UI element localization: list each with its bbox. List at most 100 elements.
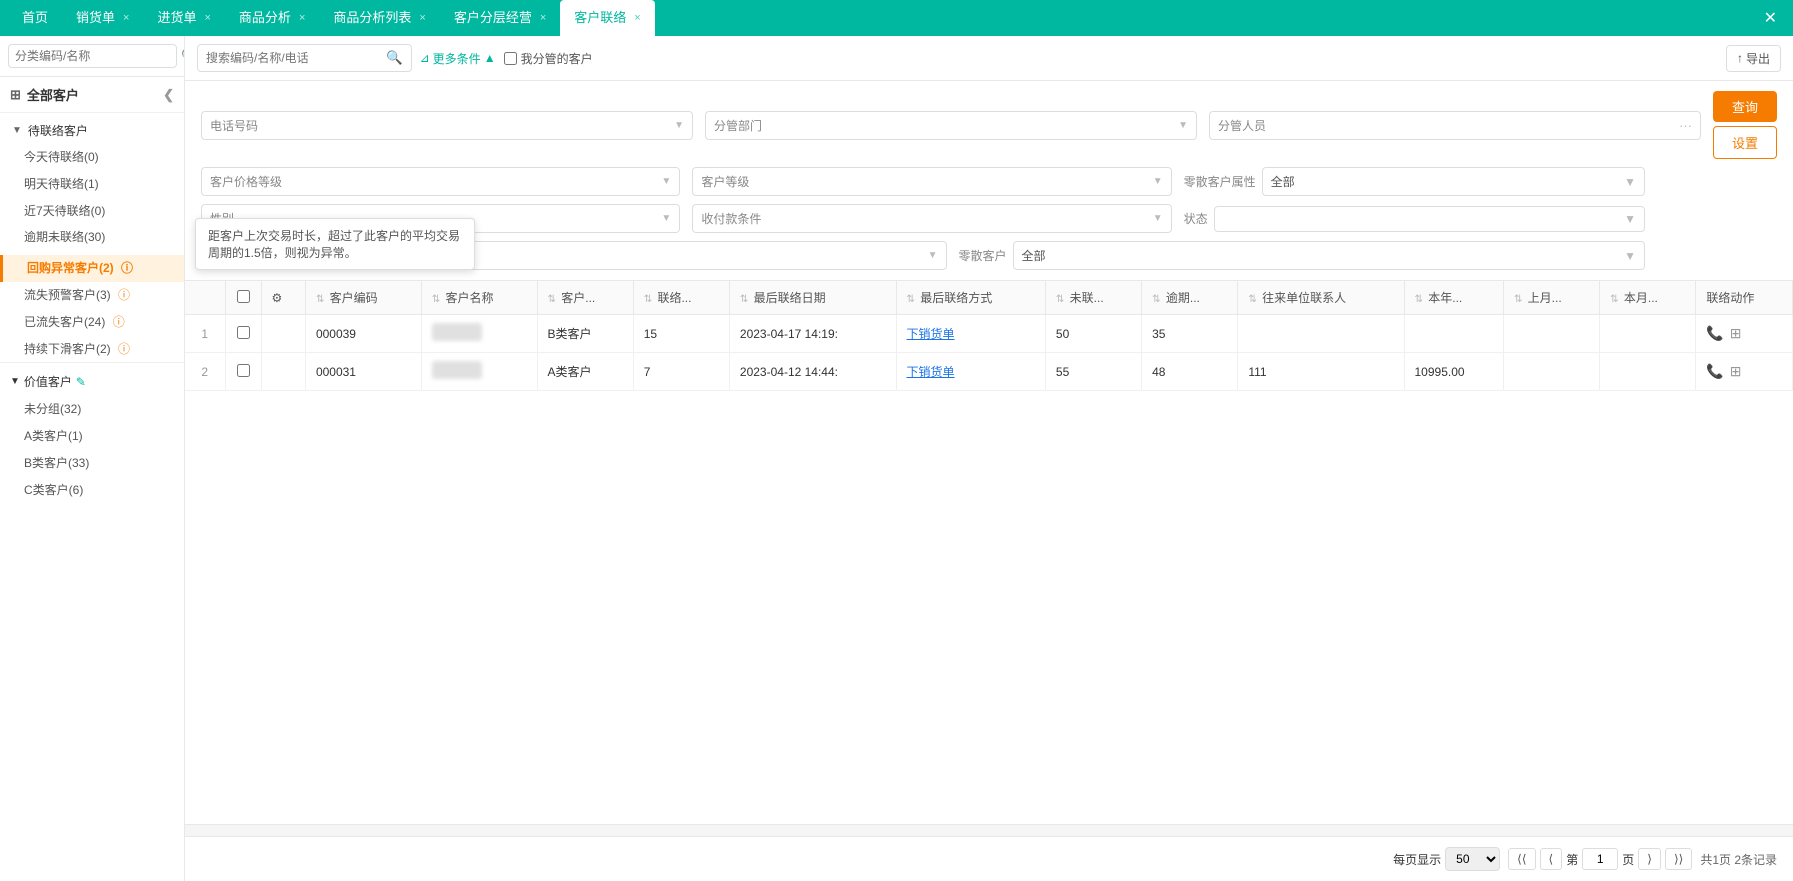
tooltip-popup: 距客户上次交易时长，超过了此客户的平均交易周期的1.5倍，则视为异常。 (195, 218, 475, 270)
export-button[interactable]: ↑ 导出 (1726, 45, 1781, 72)
chevron-down-icon: ▲ (484, 51, 496, 65)
pay-terms-arrow-icon: ▼ (1153, 213, 1163, 224)
info-icon-repurchase: ⓘ (121, 261, 133, 275)
filter-bar: 🔍 ⊿ 更多条件 ▲ 我分管的客户 ↑ 导出 (185, 36, 1793, 81)
close-sales-order-icon[interactable]: × (123, 0, 129, 36)
query-button[interactable]: 查询 (1713, 91, 1777, 122)
first-page-button[interactable]: ⟨⟨ (1508, 848, 1535, 870)
next-page-button[interactable]: ⟩ (1638, 848, 1661, 870)
my-customers-check[interactable] (504, 52, 517, 65)
col-header-level[interactable]: 客户... (537, 281, 633, 315)
col-header-overdue[interactable]: 逾期... (1142, 281, 1238, 315)
sidebar-search-input[interactable] (8, 44, 177, 68)
col-header-last-method[interactable]: 最后联络方式 (896, 281, 1045, 315)
close-product-analysis-icon[interactable]: × (299, 0, 305, 36)
retail-customer-dropdown[interactable]: 全部 ▼ (1013, 241, 1645, 270)
person-filter[interactable]: 分管人员 ··· (1209, 111, 1701, 140)
pending-group-title[interactable]: ▼ 待联络客户 (0, 117, 184, 144)
nav-sales-order[interactable]: 销货单 × (62, 0, 143, 36)
customer-name-avatar-1 (432, 323, 482, 341)
col-header-num (185, 281, 225, 315)
row-level-1: B类客户 (537, 315, 633, 353)
col-header-pending[interactable]: 未联... (1045, 281, 1141, 315)
sidebar-item-ungrouped[interactable]: 未分组(32) (0, 396, 184, 423)
action-buttons: 查询 设置 (1713, 91, 1777, 159)
phone-action-icon-1[interactable]: 📞 (1706, 325, 1723, 342)
sidebar-item-tomorrow[interactable]: 明天待联络(1) (0, 171, 184, 198)
info-icon-churned: ⓘ (113, 315, 125, 329)
sidebar-item-repurchase-anomaly[interactable]: 回购异常客户(2) ⓘ (0, 255, 184, 282)
row-last-month-2 (1503, 353, 1599, 391)
close-customer-segment-icon[interactable]: × (540, 0, 546, 36)
row-unit-contact-2: 111 (1238, 353, 1404, 391)
last-method-link-2[interactable]: 下销货单 (907, 365, 955, 379)
col-header-code[interactable]: 客户编码 (305, 281, 421, 315)
setting-button[interactable]: 设置 (1713, 126, 1777, 159)
expand-value-icon: ▼ (10, 376, 20, 387)
table-body: 1 000039 B类客户 15 2023-04-17 14:19: (185, 315, 1793, 391)
col-header-check (225, 281, 261, 315)
col-header-contacts[interactable]: 联络... (633, 281, 729, 315)
sidebar-item-overdue[interactable]: 逾期未联络(30) (0, 224, 184, 251)
row-check-2 (225, 353, 261, 391)
last-page-button[interactable]: ⟩⟩ (1665, 848, 1692, 870)
row-actions-1: 📞 ⊞ (1706, 325, 1782, 342)
horizontal-scrollbar[interactable] (185, 824, 1793, 836)
my-customers-checkbox[interactable]: 我分管的客户 (504, 50, 593, 67)
edit-value-group-icon[interactable]: ✎ (76, 375, 86, 389)
last-method-link-1[interactable]: 下销货单 (907, 327, 955, 341)
status-dropdown[interactable]: ▼ (1214, 206, 1645, 232)
close-window-button[interactable]: ✕ (1756, 8, 1785, 28)
sidebar-item-churned[interactable]: 已流失客户(24) ⓘ (0, 309, 184, 336)
nav-customer-segment[interactable]: 客户分层经营 × (440, 0, 560, 36)
col-header-last-date[interactable]: 最后联络日期 (729, 281, 896, 315)
col-header-unit-contact[interactable]: 往来单位联系人 (1238, 281, 1404, 315)
phone-filter[interactable]: 电话号码 ▼ (201, 111, 693, 140)
sidebar-item-declining[interactable]: 持续下滑客户(2) ⓘ (0, 336, 184, 363)
sidebar-item-c-class[interactable]: C类客户(6) (0, 477, 184, 504)
customer-name-avatar-2 (432, 361, 482, 379)
per-page-select[interactable]: 50 100 200 (1445, 847, 1500, 871)
col-header-this-year[interactable]: 本年... (1404, 281, 1503, 315)
nav-customer-contact[interactable]: 客户联络 × (560, 0, 654, 36)
row-checkbox-2[interactable] (237, 364, 250, 377)
filter-search-input[interactable] (198, 46, 378, 70)
prev-page-button[interactable]: ⟨ (1540, 848, 1563, 870)
more-conditions-button[interactable]: ⊿ 更多条件 ▲ (420, 50, 496, 67)
close-purchase-order-icon[interactable]: × (204, 0, 210, 36)
pay-terms-filter[interactable]: 收付款条件 ▼ (692, 204, 1171, 233)
nav-product-analysis[interactable]: 商品分析 × (225, 0, 319, 36)
grid-action-icon-2[interactable]: ⊞ (1730, 363, 1742, 380)
table-row: 1 000039 B类客户 15 2023-04-17 14:19: (185, 315, 1793, 353)
collapse-sidebar-icon[interactable]: ❮ (163, 87, 174, 103)
col-header-name[interactable]: 客户名称 (421, 281, 537, 315)
phone-action-icon-2[interactable]: 📞 (1706, 363, 1723, 380)
close-customer-contact-icon[interactable]: × (634, 0, 640, 36)
row-last-date-1: 2023-04-17 14:19: (729, 315, 896, 353)
row-pending-1: 50 (1045, 315, 1141, 353)
dept-filter[interactable]: 分管部门 ▼ (705, 111, 1197, 140)
select-all-checkbox[interactable] (237, 290, 250, 303)
col-header-setting[interactable]: ⚙ (261, 281, 305, 315)
dept-arrow-icon: ▼ (1178, 120, 1188, 131)
customer-level-filter[interactable]: 客户等级 ▼ (692, 167, 1171, 196)
close-product-list-icon[interactable]: × (419, 0, 425, 36)
nav-purchase-order[interactable]: 进货单 × (143, 0, 224, 36)
col-header-this-month[interactable]: 本月... (1600, 281, 1696, 315)
sidebar-item-b-class[interactable]: B类客户(33) (0, 450, 184, 477)
sidebar-item-a-class[interactable]: A类客户(1) (0, 423, 184, 450)
page-number-input[interactable] (1582, 848, 1618, 870)
col-header-last-month[interactable]: 上月... (1503, 281, 1599, 315)
value-group-header[interactable]: ▼ 价值客户 ✎ (0, 367, 184, 396)
grid-action-icon-1[interactable]: ⊞ (1730, 325, 1742, 342)
nav-product-analysis-list[interactable]: 商品分析列表 × (319, 0, 439, 36)
row-checkbox-1[interactable] (237, 326, 250, 339)
sidebar-item-churn-warning[interactable]: 流失预警客户(3) ⓘ (0, 282, 184, 309)
sidebar-item-7days[interactable]: 近7天待联络(0) (0, 198, 184, 225)
filter-search-button[interactable]: 🔍 (378, 45, 411, 71)
retail-attr-dropdown[interactable]: 全部 ▼ (1262, 167, 1645, 196)
nav-home[interactable]: 首页 (8, 0, 62, 36)
price-level-filter[interactable]: 客户价格等级 ▼ (201, 167, 680, 196)
sidebar-search-area: 🔍 (0, 36, 184, 77)
sidebar-item-today[interactable]: 今天待联络(0) (0, 144, 184, 171)
